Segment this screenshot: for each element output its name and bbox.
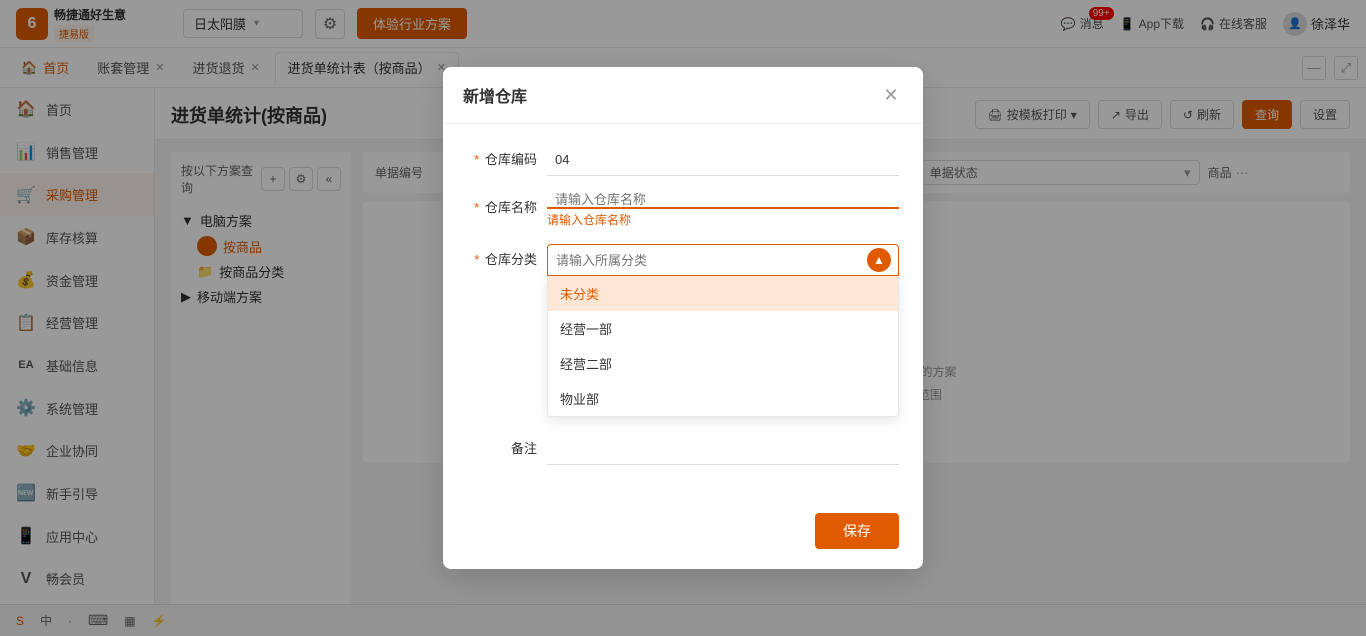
warehouse-notes-row: 备注 — [467, 433, 899, 465]
warehouse-notes-input[interactable] — [547, 433, 899, 465]
warehouse-name-field: 请输入仓库名称 — [547, 192, 899, 228]
required-marker: * — [474, 152, 479, 167]
dropdown-item-dept3[interactable]: 物业部 — [548, 381, 898, 416]
warehouse-category-field: ▲ 未分类 经营一部 经营二部 物业部 — [547, 244, 899, 417]
save-button[interactable]: 保存 — [815, 513, 899, 549]
dropdown-item-dept1[interactable]: 经营一部 — [548, 311, 898, 346]
modal-title: 新增仓库 — [463, 83, 527, 107]
warehouse-category-input[interactable] — [547, 244, 899, 276]
modal-header: 新增仓库 ✕ — [443, 67, 923, 124]
warehouse-category-label: * 仓库分类 — [467, 244, 547, 276]
dropdown-item-unclassified[interactable]: 未分类 — [548, 276, 898, 311]
modal-overlay[interactable]: 新增仓库 ✕ * 仓库编码 * 仓库名称 请输入仓库 — [0, 0, 1366, 636]
category-toggle-button[interactable]: ▲ — [867, 248, 891, 272]
warehouse-name-row: * 仓库名称 请输入仓库名称 — [467, 192, 899, 228]
warehouse-category-row: * 仓库分类 ▲ 未分类 经营一部 经营二部 物业部 — [467, 244, 899, 417]
warehouse-name-label: * 仓库名称 — [467, 192, 547, 224]
warehouse-name-error: 请输入仓库名称 — [547, 211, 899, 228]
warehouse-code-row: * 仓库编码 — [467, 144, 899, 176]
modal-footer: 保存 — [443, 501, 923, 569]
dropdown-item-dept2[interactable]: 经营二部 — [548, 346, 898, 381]
warehouse-notes-label: 备注 — [467, 433, 547, 465]
warehouse-code-label: * 仓库编码 — [467, 144, 547, 176]
warehouse-name-input[interactable] — [547, 192, 899, 209]
modal-add-warehouse: 新增仓库 ✕ * 仓库编码 * 仓库名称 请输入仓库 — [443, 67, 923, 569]
modal-close-button[interactable]: ✕ — [879, 83, 903, 107]
modal-body: * 仓库编码 * 仓库名称 请输入仓库名称 * — [443, 124, 923, 501]
category-dropdown: 未分类 经营一部 经营二部 物业部 — [547, 276, 899, 417]
warehouse-code-input[interactable] — [547, 144, 899, 176]
